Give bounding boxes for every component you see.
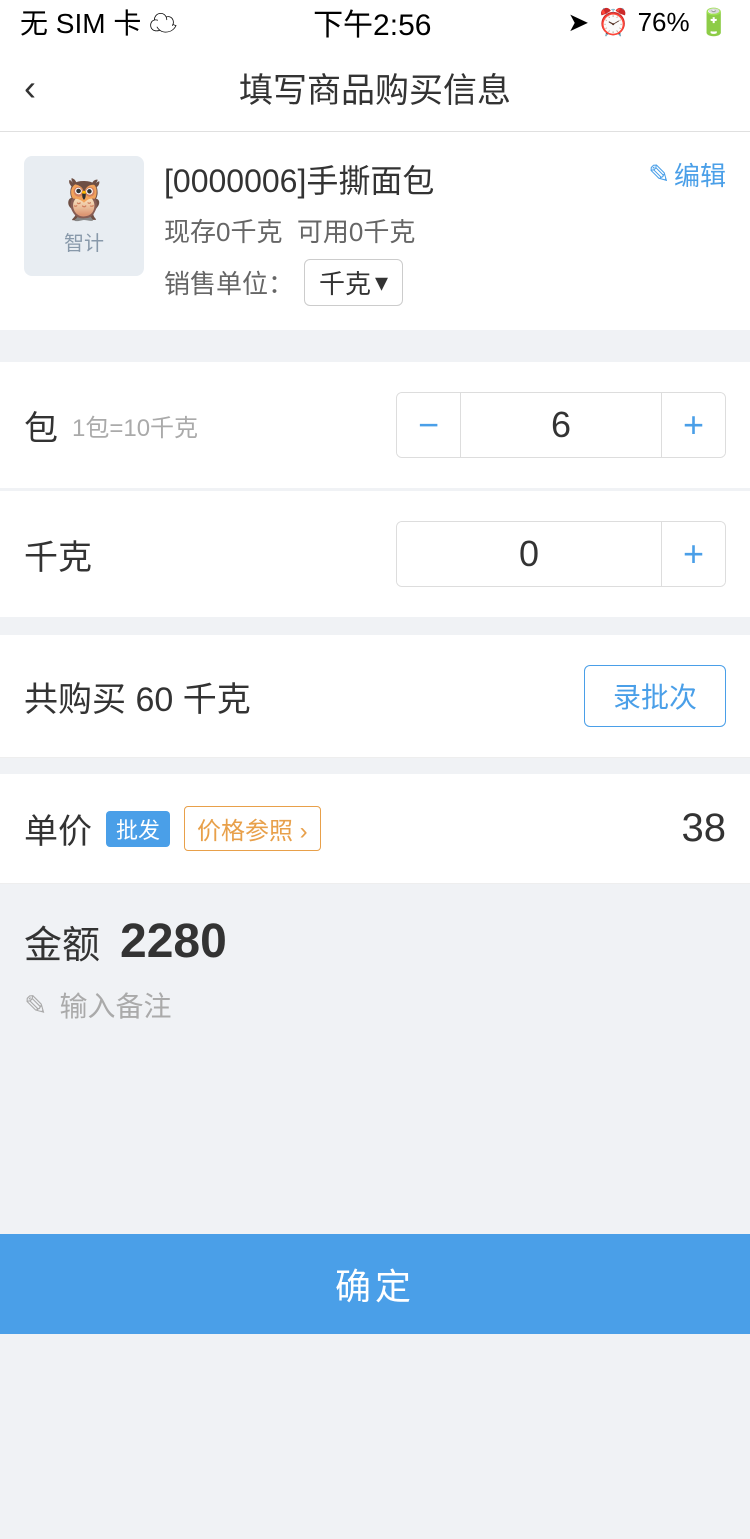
kg-quantity-control: + — [396, 521, 726, 587]
status-time: 下午2:56 — [313, 0, 431, 44]
separator-2 — [0, 619, 750, 635]
separator-1 — [0, 346, 750, 362]
product-thumbnail: 🦉 智计 — [24, 156, 144, 276]
sim-label: 无 SIM 卡 ☁ — [20, 2, 177, 42]
edit-label: 编辑 — [674, 156, 726, 193]
pack-plus-button[interactable]: + — [661, 393, 725, 457]
kg-quantity-section: 千克 + — [0, 490, 750, 617]
location-icon: ➤ — [567, 7, 589, 38]
separator-3 — [0, 758, 750, 774]
pack-hint: 1包=10千克 — [72, 408, 198, 443]
product-top-row: [0000006]手撕面包 ✎ 编辑 — [164, 156, 726, 212]
amount-section: 金额 2280 ✎ 输入备注 — [0, 884, 750, 1039]
pack-label: 包 — [24, 401, 58, 450]
chevron-down-icon: ▾ — [375, 267, 388, 298]
price-left: 单价 批发 价格参照 › — [24, 804, 321, 853]
price-section: 单价 批发 价格参照 › 38 — [0, 774, 750, 884]
pifa-tag: 批发 — [106, 811, 170, 847]
product-unit-row: 销售单位： 千克 ▾ — [164, 259, 726, 306]
confirm-button[interactable]: 确定 — [0, 1234, 750, 1334]
unit-select[interactable]: 千克 ▾ — [304, 259, 403, 306]
note-placeholder: 输入备注 — [59, 985, 171, 1025]
unit-value: 千克 — [319, 264, 371, 301]
nav-bar: ‹ 填写商品购买信息 — [0, 44, 750, 132]
amount-value: 2280 — [120, 914, 227, 969]
product-thumb-label: 智计 — [64, 227, 104, 256]
pack-quantity-section: 包 1包=10千克 − + — [0, 362, 750, 488]
available-value: 可用0千克 — [297, 217, 415, 247]
status-left: 无 SIM 卡 ☁ — [20, 2, 177, 42]
total-row: 共购买 60 千克 录批次 — [0, 635, 750, 758]
kg-quantity-input[interactable] — [397, 522, 661, 586]
product-name: [0000006]手撕面包 — [164, 156, 434, 202]
total-label: 共购买 60 千克 — [24, 672, 251, 721]
amount-label: 金额 — [24, 914, 100, 969]
battery-icon: 🔋 — [698, 7, 730, 38]
product-stock: 现存0千克 可用0千克 — [164, 212, 726, 249]
price-ref-button[interactable]: 价格参照 › — [184, 806, 321, 851]
product-thumb-icon: 🦉 — [59, 176, 109, 223]
note-row[interactable]: ✎ 输入备注 — [24, 985, 726, 1025]
stock-value: 现存0千克 — [164, 217, 282, 247]
batch-button[interactable]: 录批次 — [584, 665, 726, 727]
product-card: 🦉 智计 [0000006]手撕面包 ✎ 编辑 现存0千克 可用0千克 销售单位… — [0, 132, 750, 330]
edit-button[interactable]: ✎ 编辑 — [648, 156, 726, 193]
battery-label: 76% — [638, 7, 690, 38]
price-label: 单价 — [24, 804, 92, 853]
amount-row: 金额 2280 — [24, 914, 726, 969]
pack-minus-button[interactable]: − — [397, 393, 461, 457]
unit-label: 销售单位： — [164, 264, 294, 301]
kg-label-text: 千克 — [24, 530, 92, 579]
pack-quantity-control: − + — [396, 392, 726, 458]
status-bar: 无 SIM 卡 ☁ 下午2:56 ➤ ⏰ 76% 🔋 — [0, 0, 750, 44]
price-value: 38 — [682, 806, 727, 851]
status-right: ➤ ⏰ 76% 🔋 — [567, 7, 730, 38]
back-button[interactable]: ‹ — [24, 67, 36, 109]
nav-title: 填写商品购买信息 — [239, 63, 511, 112]
edit-icon: ✎ — [648, 159, 670, 190]
pencil-icon: ✎ — [24, 989, 47, 1022]
kg-label: 千克 — [24, 530, 92, 579]
pack-quantity-input[interactable] — [461, 393, 661, 457]
alarm-icon: ⏰ — [597, 7, 629, 38]
kg-plus-button[interactable]: + — [661, 522, 725, 586]
pack-label-group: 包 1包=10千克 — [24, 401, 198, 450]
product-info: [0000006]手撕面包 ✎ 编辑 现存0千克 可用0千克 销售单位： 千克 … — [164, 156, 726, 306]
